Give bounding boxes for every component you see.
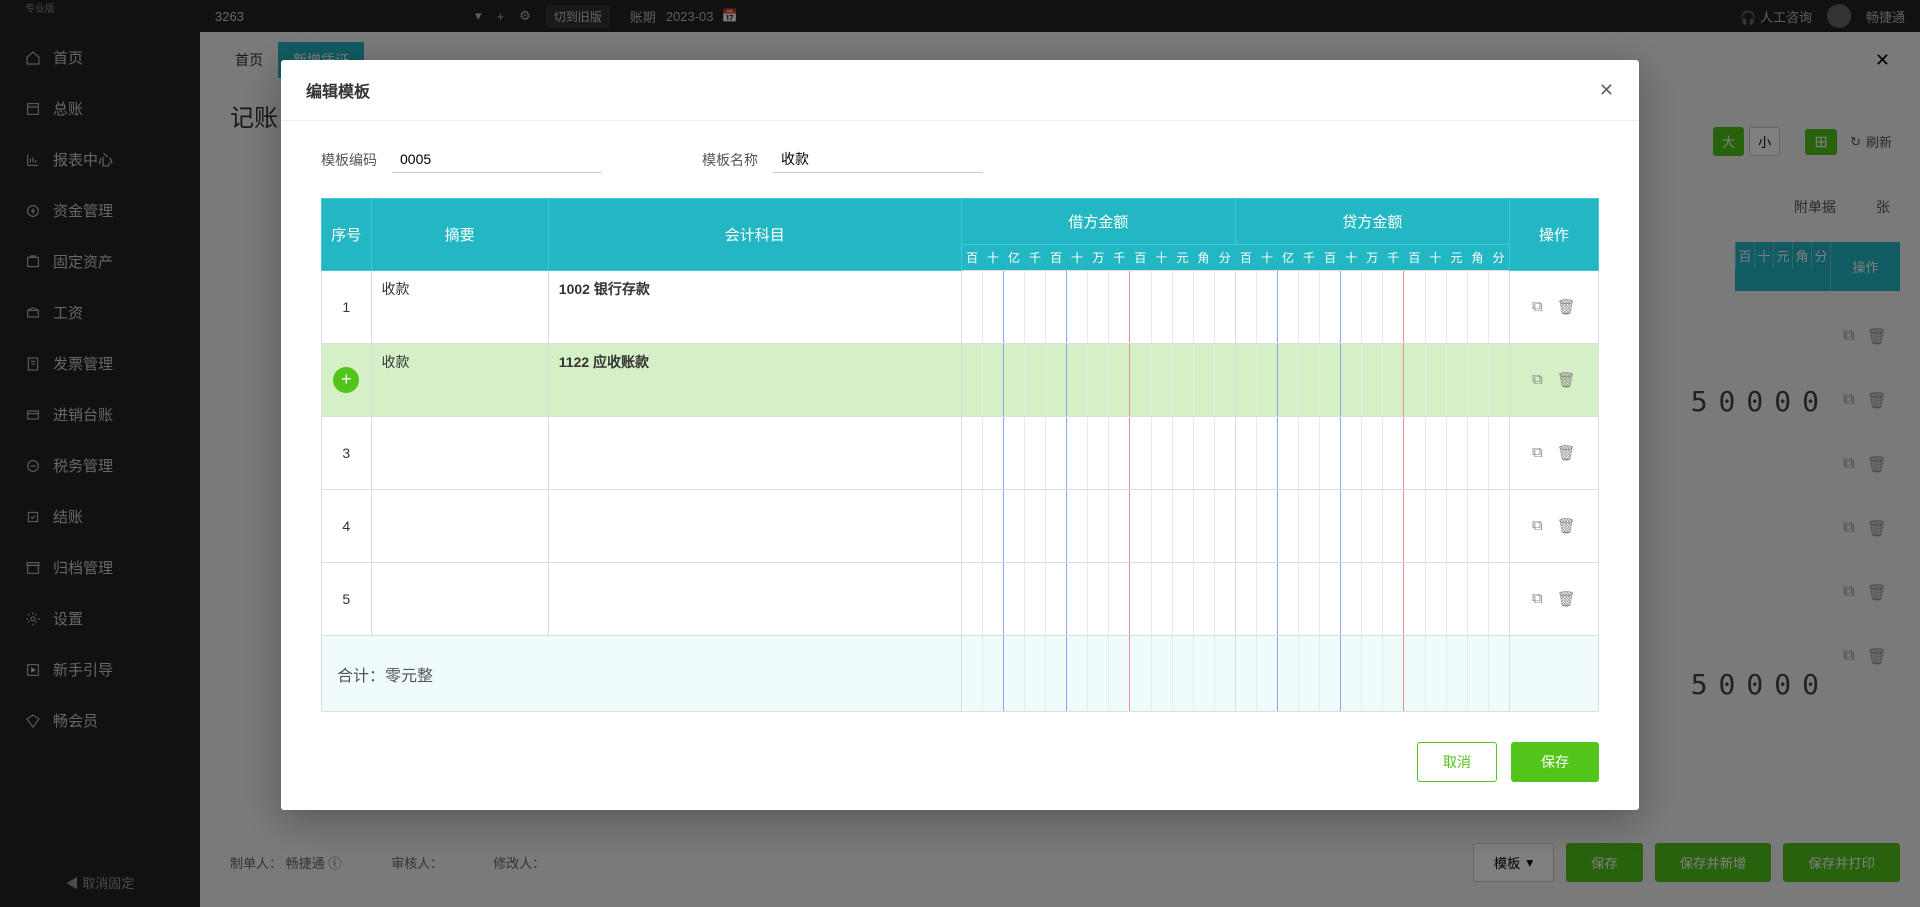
delete-icon[interactable]: 🗑 — [1557, 444, 1576, 462]
digit-header: 千 — [1383, 245, 1404, 271]
ops-cell: ⧉🗑 — [1509, 417, 1598, 490]
digit-header: 角 — [1193, 245, 1214, 271]
digit-header: 分 — [1488, 245, 1509, 271]
digit-header: 亿 — [1003, 245, 1024, 271]
th-abstract: 摘要 — [371, 199, 548, 271]
ops-cell: ⧉🗑 — [1509, 344, 1598, 417]
copy-icon[interactable]: ⧉ — [1532, 371, 1543, 389]
subject-cell[interactable] — [548, 563, 961, 636]
add-row-button[interactable]: + — [333, 367, 359, 393]
summary-row: 合计：零元整 — [322, 636, 1599, 712]
digit-header: 元 — [1446, 245, 1467, 271]
th-subject: 会计科目 — [548, 199, 961, 271]
delete-icon[interactable]: 🗑 — [1557, 298, 1576, 316]
subject-cell[interactable] — [548, 417, 961, 490]
delete-icon[interactable]: 🗑 — [1557, 590, 1576, 608]
summary-debit — [961, 636, 1235, 712]
seq-cell: 1 — [322, 271, 372, 344]
credit-cell[interactable] — [1235, 490, 1509, 563]
digit-header: 千 — [1299, 245, 1320, 271]
template-code-field: 模板编码 — [321, 146, 602, 173]
digit-header: 百 — [1130, 245, 1151, 271]
summary-label: 合计：零元整 — [322, 636, 962, 712]
cancel-button[interactable]: 取消 — [1417, 742, 1497, 782]
digit-header: 十 — [1341, 245, 1362, 271]
abstract-cell[interactable]: 收款 — [371, 344, 548, 417]
table-row[interactable]: 4⧉🗑 — [322, 490, 1599, 563]
seq-cell: 4 — [322, 490, 372, 563]
digit-header: 十 — [1151, 245, 1172, 271]
th-ops: 操作 — [1509, 199, 1598, 271]
ops-cell: ⧉🗑 — [1509, 271, 1598, 344]
name-label: 模板名称 — [702, 150, 758, 170]
digit-header: 元 — [1172, 245, 1193, 271]
digit-header: 百 — [1404, 245, 1425, 271]
abstract-cell[interactable] — [371, 563, 548, 636]
seq-cell: 3 — [322, 417, 372, 490]
credit-cell[interactable] — [1235, 344, 1509, 417]
name-input[interactable] — [773, 146, 983, 173]
th-seq: 序号 — [322, 199, 372, 271]
th-debit: 借方金额 — [961, 199, 1235, 245]
copy-icon[interactable]: ⧉ — [1532, 444, 1543, 462]
seq-cell: + — [322, 344, 372, 417]
copy-icon[interactable]: ⧉ — [1532, 590, 1543, 608]
edit-template-modal: 编辑模板 ✕ 模板编码 模板名称 序号 摘要 会计科目 借方金额 贷方金额 — [281, 60, 1639, 810]
abstract-cell[interactable]: 收款 — [371, 271, 548, 344]
credit-cell[interactable] — [1235, 417, 1509, 490]
modal-save-button[interactable]: 保存 — [1511, 742, 1599, 782]
copy-icon[interactable]: ⧉ — [1532, 298, 1543, 316]
summary-credit — [1235, 636, 1509, 712]
credit-cell[interactable] — [1235, 563, 1509, 636]
digit-header: 十 — [982, 245, 1003, 271]
modal-body: 模板编码 模板名称 序号 摘要 会计科目 借方金额 贷方金额 操作 百十亿千百十… — [281, 121, 1639, 722]
subject-cell[interactable] — [548, 490, 961, 563]
debit-cell[interactable] — [961, 271, 1235, 344]
digit-header: 百 — [1235, 245, 1256, 271]
table-row[interactable]: 3⧉🗑 — [322, 417, 1599, 490]
table-row[interactable]: +收款1122 应收账款⧉🗑 — [322, 344, 1599, 417]
debit-cell[interactable] — [961, 417, 1235, 490]
abstract-cell[interactable] — [371, 490, 548, 563]
abstract-cell[interactable] — [371, 417, 548, 490]
th-credit: 贷方金额 — [1235, 199, 1509, 245]
copy-icon[interactable]: ⧉ — [1532, 517, 1543, 535]
digit-header: 百 — [961, 245, 982, 271]
digit-header: 千 — [1025, 245, 1046, 271]
digit-header: 分 — [1214, 245, 1235, 271]
delete-icon[interactable]: 🗑 — [1557, 517, 1576, 535]
template-name-field: 模板名称 — [702, 146, 983, 173]
debit-cell[interactable] — [961, 563, 1235, 636]
delete-icon[interactable]: 🗑 — [1557, 371, 1576, 389]
modal-footer: 取消 保存 — [281, 722, 1639, 810]
digit-header: 角 — [1467, 245, 1488, 271]
digit-header: 亿 — [1277, 245, 1298, 271]
digit-header: 百 — [1046, 245, 1067, 271]
digit-header: 十 — [1425, 245, 1446, 271]
code-label: 模板编码 — [321, 150, 377, 170]
modal-title: 编辑模板 — [306, 78, 370, 102]
table-row[interactable]: 1收款1002 银行存款⧉🗑 — [322, 271, 1599, 344]
modal-header: 编辑模板 ✕ — [281, 60, 1639, 121]
modal-close-button[interactable]: ✕ — [1599, 80, 1614, 101]
digit-header: 十 — [1067, 245, 1088, 271]
template-table: 序号 摘要 会计科目 借方金额 贷方金额 操作 百十亿千百十万千百十元角分百十亿… — [321, 198, 1599, 712]
table-row[interactable]: 5⧉🗑 — [322, 563, 1599, 636]
digit-header: 百 — [1320, 245, 1341, 271]
form-row: 模板编码 模板名称 — [321, 146, 1599, 173]
digit-header: 千 — [1109, 245, 1130, 271]
digit-header: 万 — [1088, 245, 1109, 271]
ops-cell: ⧉🗑 — [1509, 563, 1598, 636]
digit-header: 万 — [1362, 245, 1383, 271]
debit-cell[interactable] — [961, 490, 1235, 563]
subject-cell[interactable]: 1122 应收账款 — [548, 344, 961, 417]
subject-cell[interactable]: 1002 银行存款 — [548, 271, 961, 344]
ops-cell: ⧉🗑 — [1509, 490, 1598, 563]
credit-cell[interactable] — [1235, 271, 1509, 344]
debit-cell[interactable] — [961, 344, 1235, 417]
summary-ops — [1509, 636, 1598, 712]
code-input[interactable] — [392, 146, 602, 173]
seq-cell: 5 — [322, 563, 372, 636]
digit-header: 十 — [1256, 245, 1277, 271]
